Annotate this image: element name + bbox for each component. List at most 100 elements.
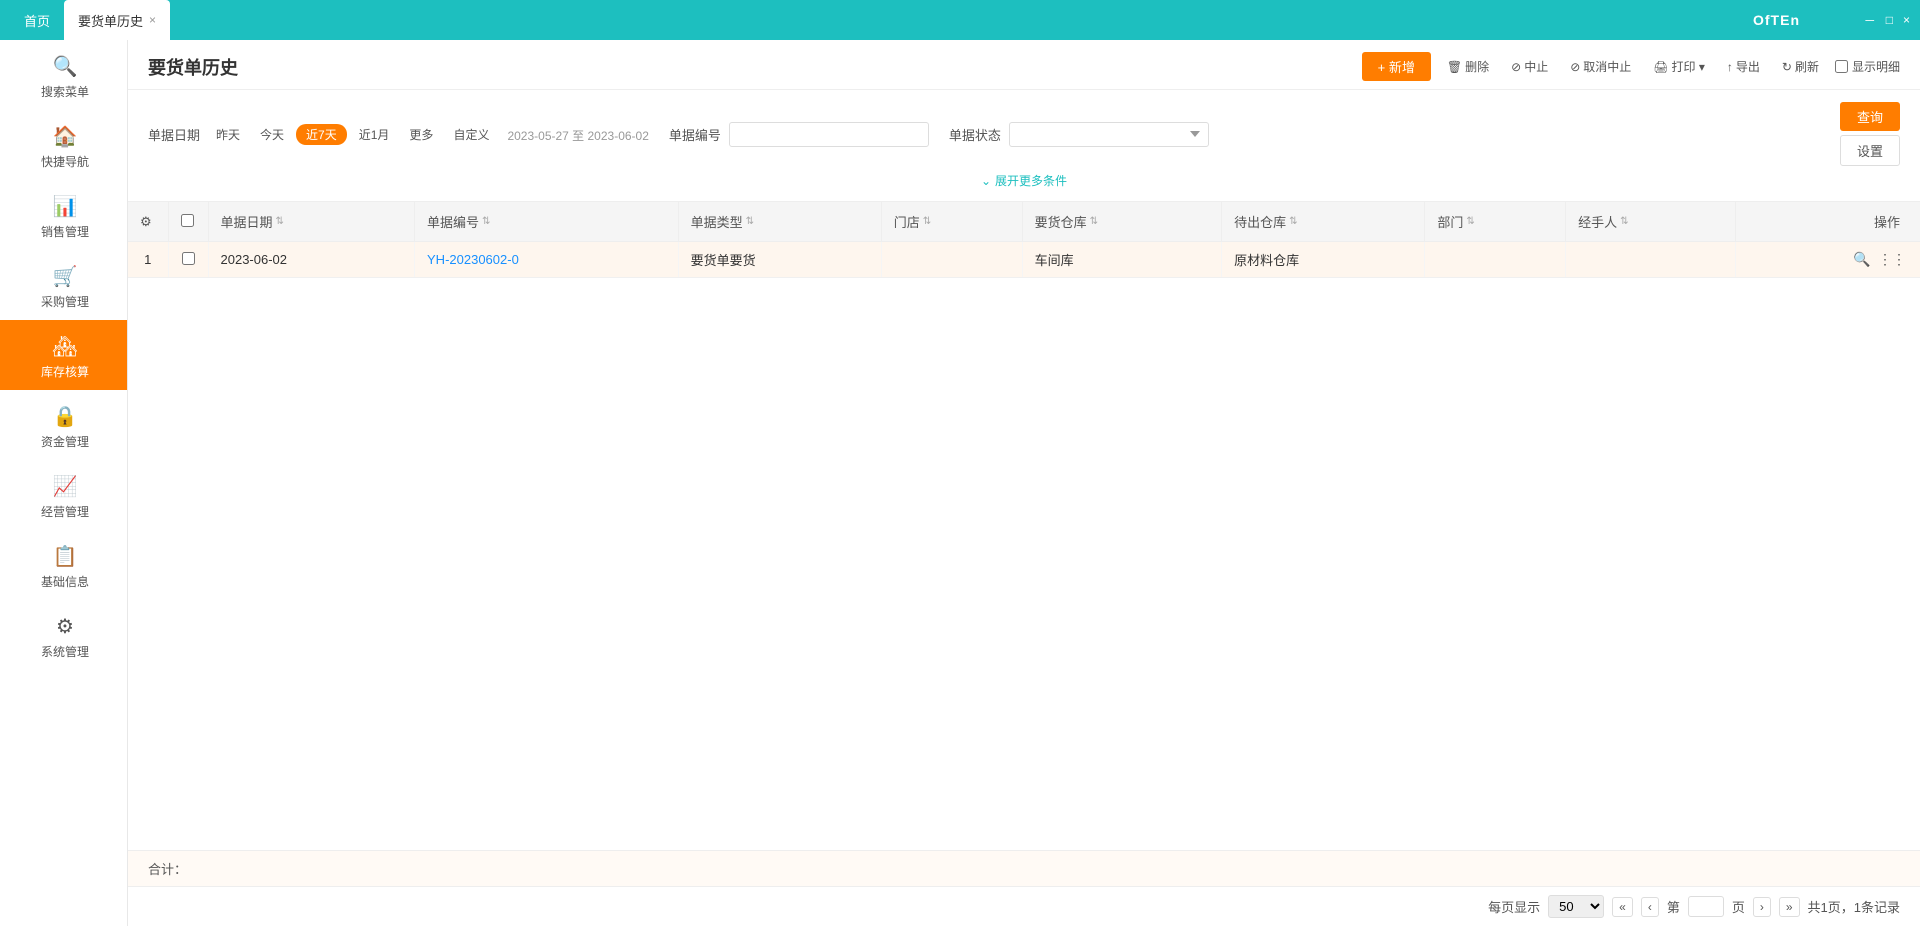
row-doc-no: YH-20230602-0 (415, 242, 679, 278)
sort-date-icon[interactable]: ⇅ (276, 216, 284, 227)
row-store (881, 242, 1022, 278)
new-button[interactable]: + 新增 (1362, 52, 1431, 81)
query-button[interactable]: 查询 (1840, 102, 1900, 131)
table-body: 1 2023-06-02 YH-20230602-0 要货单要货 车间库 原材料… (128, 242, 1920, 278)
sidebar-item-sales[interactable]: 📊 销售管理 (0, 180, 127, 250)
col-actions: 操作 (1736, 202, 1920, 242)
sort-dept-icon[interactable]: ⇅ (1466, 216, 1474, 227)
sidebar-item-base-info[interactable]: 📋 基础信息 (0, 530, 127, 600)
col-doc-no: 单据编号 ⇅ (415, 202, 679, 242)
display-detail-toggle[interactable]: 显示明细 (1835, 58, 1900, 75)
display-detail-checkbox[interactable] (1835, 60, 1848, 73)
row-actions: 🔍 ⋮⋮ (1736, 242, 1920, 278)
date-tab-1month[interactable]: 近1月 (351, 124, 398, 145)
col-pending-warehouse: 待出仓库 ⇅ (1222, 202, 1425, 242)
col-settings[interactable]: ⚙ (128, 202, 168, 242)
col-checkbox-header[interactable] (168, 202, 208, 242)
sidebar-item-system[interactable]: ⚙ 系统管理 (0, 600, 127, 670)
last-page-btn[interactable]: » (1779, 897, 1800, 917)
refresh-icon: ↻ (1782, 60, 1792, 74)
export-button[interactable]: ↑ 导出 (1721, 54, 1766, 79)
row-req-warehouse: 车间库 (1022, 242, 1222, 278)
edit-action-icon[interactable]: ⋮⋮ (1878, 251, 1906, 267)
row-pending-warehouse: 原材料仓库 (1222, 242, 1425, 278)
toolbar: + 新增 🗑 🗑 删除 删除 ⊘ 中止 ⊘ 取消中止 🖨 打印 ▾ (1362, 52, 1900, 81)
table-head: ⚙ 单据日期 ⇅ 单据编号 (128, 202, 1920, 242)
tab-home[interactable]: 首页 (10, 0, 64, 40)
per-page-label: 每页显示 (1488, 897, 1540, 916)
status-filter-group: 单据状态 (949, 122, 1209, 147)
maximize-btn[interactable]: □ (1886, 13, 1893, 27)
date-tab-more[interactable]: 更多 (401, 124, 441, 145)
doc-no-input[interactable] (729, 122, 929, 147)
sidebar-item-quick-nav[interactable]: 🏠 快捷导航 (0, 110, 127, 180)
sidebar: 🔍 搜索菜单 🏠 快捷导航 📊 销售管理 🛒 采购管理 🏘 库存核算 🔒 资金管… (0, 40, 128, 926)
col-store: 门店 ⇅ (881, 202, 1022, 242)
sort-req-wh-icon[interactable]: ⇅ (1090, 216, 1098, 227)
delete-button[interactable]: 🗑 🗑 删除 删除 (1441, 54, 1495, 79)
sales-icon: 📊 (53, 194, 78, 219)
date-tab-yesterday[interactable]: 昨天 (208, 124, 248, 145)
filter-row: 单据日期 昨天 今天 近7天 近1月 更多 自定义 2023-05-27 至 2… (148, 102, 1900, 166)
cancel-stop-button[interactable]: ⊘ 取消中止 (1564, 54, 1637, 79)
filter-area: 单据日期 昨天 今天 近7天 近1月 更多 自定义 2023-05-27 至 2… (128, 90, 1920, 202)
sort-docno-icon[interactable]: ⇅ (482, 216, 490, 227)
page-input[interactable]: 1 (1688, 896, 1724, 917)
row-handler (1566, 242, 1736, 278)
print-button[interactable]: 🖨 打印 ▾ (1647, 54, 1711, 79)
per-page-select[interactable]: 50 10 20 100 (1548, 895, 1604, 918)
close-btn[interactable]: × (1903, 13, 1910, 27)
refresh-button[interactable]: ↻ 刷新 (1776, 54, 1825, 79)
base-info-icon: 📋 (53, 544, 78, 569)
sort-store-icon[interactable]: ⇅ (923, 216, 931, 227)
doc-no-link[interactable]: YH-20230602-0 (427, 252, 519, 267)
total-label: 合计： (148, 859, 187, 878)
minimize-btn[interactable]: － (1864, 12, 1876, 29)
content-area: 要货单历史 + 新增 🗑 🗑 删除 删除 ⊘ 中止 ⊘ 取消中止 🖨 (128, 40, 1920, 926)
col-date: 单据日期 ⇅ (208, 202, 415, 242)
date-tab-custom[interactable]: 自定义 (445, 124, 497, 145)
main-layout: 🔍 搜索菜单 🏠 快捷导航 📊 销售管理 🛒 采购管理 🏘 库存核算 🔒 资金管… (0, 40, 1920, 926)
doc-no-label: 单据编号 (669, 125, 721, 144)
table-row: 1 2023-06-02 YH-20230602-0 要货单要货 车间库 原材料… (128, 242, 1920, 278)
top-bar: 首页 要货单历史 × OfTEn － □ × (0, 0, 1920, 40)
status-select[interactable] (1009, 122, 1209, 147)
brand-label: OfTEn (1753, 12, 1800, 28)
page-title: 要货单历史 (148, 54, 238, 80)
expand-more-btn[interactable]: ⌄ 展开更多条件 (148, 166, 1900, 189)
delete-icon: 🗑 (1447, 60, 1462, 74)
sidebar-item-search-menu[interactable]: 🔍 搜索菜单 (0, 40, 127, 110)
row-checkbox[interactable] (182, 252, 195, 265)
data-table: ⚙ 单据日期 ⇅ 单据编号 (128, 202, 1920, 278)
pagination-area: 每页显示 50 10 20 100 « ‹ 第 1 页 › » 共1页，1条记录 (128, 886, 1920, 926)
sidebar-item-operations[interactable]: 📈 经营管理 (0, 460, 127, 530)
tab-order-history[interactable]: 要货单历史 × (64, 0, 170, 40)
stop-icon: ⊘ (1511, 60, 1521, 74)
purchase-icon: 🛒 (53, 264, 78, 289)
col-doc-type: 单据类型 ⇅ (678, 202, 881, 242)
sidebar-item-finance[interactable]: 🔒 资金管理 (0, 390, 127, 460)
sort-handler-icon[interactable]: ⇅ (1620, 216, 1628, 227)
first-page-btn[interactable]: « (1612, 897, 1633, 917)
col-req-warehouse: 要货仓库 ⇅ (1022, 202, 1222, 242)
sidebar-item-inventory[interactable]: 🏘 库存核算 (0, 320, 127, 390)
stop-button[interactable]: ⊘ 中止 (1505, 54, 1554, 79)
sort-doctype-icon[interactable]: ⇅ (746, 216, 754, 227)
next-page-btn[interactable]: › (1753, 897, 1771, 917)
view-action-icon[interactable]: 🔍 (1853, 251, 1870, 267)
page-prefix: 第 (1667, 897, 1680, 916)
table-header-row: ⚙ 单据日期 ⇅ 单据编号 (128, 202, 1920, 242)
sort-pending-wh-icon[interactable]: ⇅ (1289, 216, 1297, 227)
date-tab-today[interactable]: 今天 (252, 124, 292, 145)
select-all-checkbox[interactable] (181, 214, 194, 227)
row-doc-type: 要货单要货 (678, 242, 881, 278)
tab-close-icon[interactable]: × (149, 13, 156, 27)
date-tabs: 昨天 今天 近7天 近1月 更多 自定义 (208, 124, 497, 145)
prev-page-btn[interactable]: ‹ (1641, 897, 1659, 917)
sidebar-item-purchase[interactable]: 🛒 采购管理 (0, 250, 127, 320)
export-icon: ↑ (1727, 60, 1733, 74)
page-suffix: 页 (1732, 897, 1745, 916)
page-header: 要货单历史 + 新增 🗑 🗑 删除 删除 ⊘ 中止 ⊘ 取消中止 🖨 (128, 40, 1920, 90)
settings-button[interactable]: 设置 (1840, 135, 1900, 166)
date-tab-7days[interactable]: 近7天 (296, 124, 347, 145)
